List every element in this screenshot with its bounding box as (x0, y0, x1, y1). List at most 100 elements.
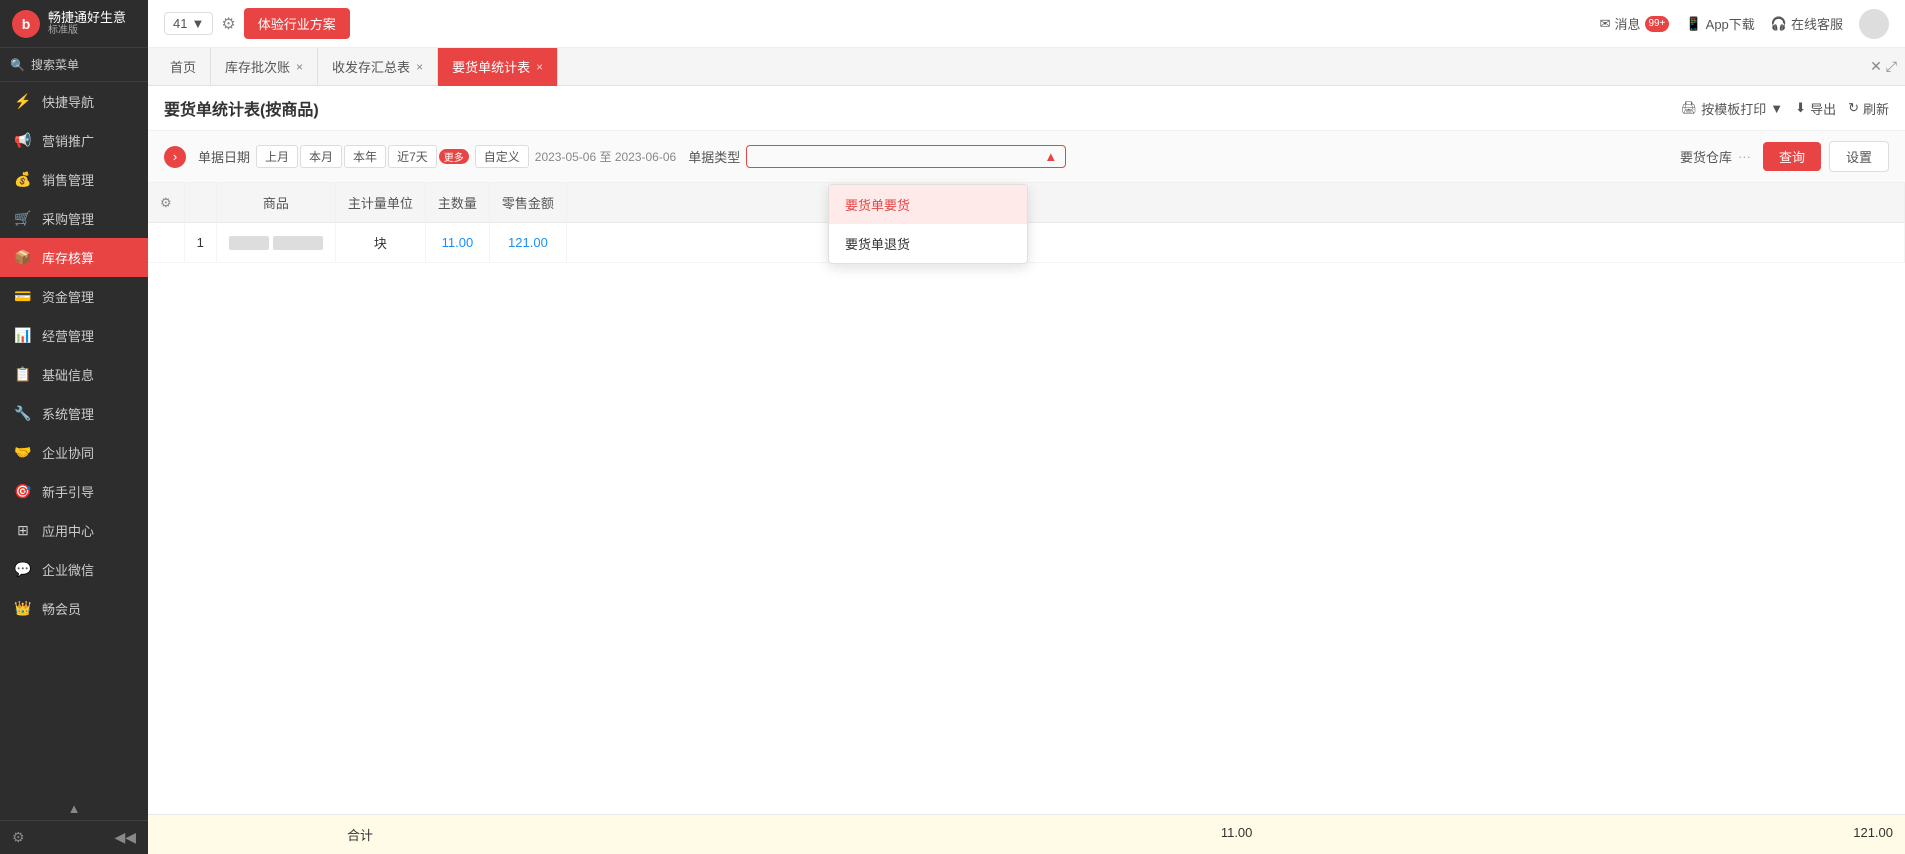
tab-close-all-icon[interactable]: ✕ (1870, 58, 1882, 75)
sales-icon: 💰 (12, 171, 34, 188)
sidebar-item-stock[interactable]: 📦库存核算 (0, 238, 148, 277)
th-amount: 零售金额 (489, 183, 566, 223)
message-icon: ✉ (1600, 16, 1611, 32)
online-service-item[interactable]: 🎧 在线客服 (1771, 14, 1843, 33)
tab-home[interactable]: 首页 (156, 48, 211, 86)
messages-badge: 99+ (1645, 16, 1670, 32)
sidebar-item-quick-nav[interactable]: ⚡快捷导航 (0, 82, 148, 121)
topbar-left: 41 ▼ ⚙ 体验行业方案 (164, 8, 350, 39)
sidebar-item-enterprise[interactable]: 🤝企业协同 (0, 433, 148, 472)
print-btn[interactable]: 🖨 按模板打印 ▼ (1681, 99, 1783, 118)
app-version: 标准版 (48, 25, 126, 37)
print-icon: 🖨 (1681, 100, 1698, 116)
query-btn[interactable]: 查询 (1763, 142, 1821, 171)
sidebar-scroll-up[interactable]: ▲ (0, 797, 148, 820)
nav-item-label-wechat: 企业微信 (42, 560, 94, 579)
dropdown-item-order-goods[interactable]: 要货单要货 (829, 185, 1027, 224)
filter-cur-month-btn[interactable]: 本月 (300, 145, 342, 168)
toggle-icon[interactable]: ◀◀ (114, 829, 136, 846)
td-product-0 (216, 223, 335, 263)
tab-stock-batch-close[interactable]: × (296, 60, 303, 74)
nav-item-label-operations: 经营管理 (42, 326, 94, 345)
filter-custom-btn[interactable]: 自定义 (475, 145, 529, 168)
filter-type-input[interactable] (755, 149, 1044, 164)
sidebar-item-app-center[interactable]: ⊞应用中心 (0, 511, 148, 550)
export-btn[interactable]: ⬇ 导出 (1795, 99, 1836, 118)
tabs-controls: ✕ ⤢ (1870, 58, 1897, 75)
avatar[interactable] (1859, 9, 1889, 39)
filter-warehouse-label: 要货仓库 (1680, 147, 1732, 166)
sidebar-item-members[interactable]: 👑畅会员 (0, 589, 148, 628)
refresh-btn[interactable]: ↻ 刷新 (1848, 99, 1889, 118)
td-index-0: 1 (184, 223, 216, 263)
dropdown-item-order-return[interactable]: 要货单退货 (829, 224, 1027, 263)
nav-item-label-purchase: 采购管理 (42, 209, 94, 228)
table-footer: 合计 11.00 121.00 (148, 814, 1905, 854)
company-value: 41 (173, 16, 187, 31)
tab-recv-summary-close[interactable]: × (416, 60, 423, 74)
tab-recv-summary[interactable]: 收发存汇总表 × (318, 48, 438, 86)
settings-btn[interactable]: 设置 (1829, 141, 1889, 172)
page-title: 要货单统计表(按商品) (164, 96, 319, 120)
content: 要货单统计表(按商品) 🖨 按模板打印 ▼ ⬇ 导出 ↻ 刷新 (148, 86, 1905, 854)
filter-more-badge[interactable]: 更多 (439, 149, 469, 164)
td-amount-0: 121.00 (489, 223, 566, 263)
settings-icon[interactable]: ⚙ (12, 829, 25, 846)
trial-btn[interactable]: 体验行业方案 (244, 8, 350, 39)
nav-item-label-guide: 新手引导 (42, 482, 94, 501)
nav-item-label-quick-nav: 快捷导航 (42, 92, 94, 111)
footer-label: 合计 (260, 825, 460, 844)
nav-item-label-enterprise: 企业协同 (42, 443, 94, 462)
filter-date-btns: 上月 本月 本年 近7天 更多 (256, 145, 469, 168)
topbar-gear-icon[interactable]: ⚙ (221, 14, 235, 34)
td-gear-0 (148, 223, 184, 263)
basic-icon: 📋 (12, 366, 34, 383)
sidebar-item-purchase[interactable]: 🛒采购管理 (0, 199, 148, 238)
app-download-item[interactable]: 📱 App下载 (1685, 14, 1754, 33)
sidebar-item-marketing[interactable]: 📢营销推广 (0, 121, 148, 160)
sidebar-item-guide[interactable]: 🎯新手引导 (0, 472, 148, 511)
nav-item-label-sales: 销售管理 (42, 170, 94, 189)
logo-icon: b (12, 10, 40, 38)
online-service-label: 在线客服 (1791, 14, 1843, 33)
export-icon: ⬇ (1795, 100, 1806, 116)
filter-year-btn[interactable]: 本年 (344, 145, 386, 168)
filter-week-btn[interactable]: 近7天 (388, 145, 437, 168)
tab-order-summary-close[interactable]: × (536, 60, 543, 74)
tab-recv-summary-label: 收发存汇总表 (332, 57, 410, 76)
tab-expand-icon[interactable]: ⤢ (1886, 58, 1897, 75)
td-qty-0: 11.00 (425, 223, 489, 263)
messages-item[interactable]: ✉ 消息 99+ (1600, 14, 1670, 33)
th-gear[interactable]: ⚙ (148, 183, 184, 223)
sidebar-item-basic[interactable]: 📋基础信息 (0, 355, 148, 394)
marketing-icon: 📢 (12, 132, 34, 149)
td-unit-0: 块 (335, 223, 425, 263)
sidebar-bottom: ⚙ ◀◀ (0, 820, 148, 854)
sidebar-nav: ⚡快捷导航📢营销推广 💰 销售管理 🛒采购管理📦库存核算💳资金管理 📊 经营管理 📋基础信息… (0, 82, 148, 797)
sidebar-item-sales[interactable]: 💰 销售管理 (0, 160, 148, 199)
tab-stock-batch[interactable]: 库存批次账 × (211, 48, 318, 86)
filter-type-select[interactable]: ▲ (746, 145, 1066, 168)
filter-expand-btn[interactable]: › (164, 146, 186, 168)
tab-order-summary[interactable]: 要货单统计表 × (438, 48, 558, 86)
tab-home-label: 首页 (170, 57, 196, 76)
gear-icon[interactable]: ⚙ (160, 195, 172, 210)
sidebar-item-wechat[interactable]: 💬 企业微信 (0, 550, 148, 589)
filter-warehouse-more-icon[interactable]: ··· (1738, 149, 1751, 164)
filter-prev-month-btn[interactable]: 上月 (256, 145, 298, 168)
search-menu[interactable]: 🔍 搜索菜单 (0, 48, 148, 82)
finance-icon: 💳 (12, 288, 34, 305)
wechat-icon: 💬 (12, 561, 34, 578)
company-selector[interactable]: 41 ▼ (164, 12, 213, 35)
nav-item-label-app-center: 应用中心 (42, 521, 94, 540)
phone-icon: 📱 (1685, 16, 1701, 32)
footer-qty: 11.00 (580, 825, 1793, 844)
operations-icon: 📊 (12, 327, 34, 344)
sidebar: b 畅捷通好生意 标准版 🔍 搜索菜单 ⚡快捷导航📢营销推广💰销售管理🛒采购管理… (0, 0, 148, 854)
sidebar-item-operations[interactable]: 📊 经营管理 (0, 316, 148, 355)
sidebar-item-system[interactable]: 🔧系统管理 (0, 394, 148, 433)
system-icon: 🔧 (12, 405, 34, 422)
dropdown-icon: ▼ (191, 16, 204, 31)
filter-type-arrow[interactable]: ▲ (1044, 149, 1057, 164)
sidebar-item-finance[interactable]: 💳资金管理 (0, 277, 148, 316)
